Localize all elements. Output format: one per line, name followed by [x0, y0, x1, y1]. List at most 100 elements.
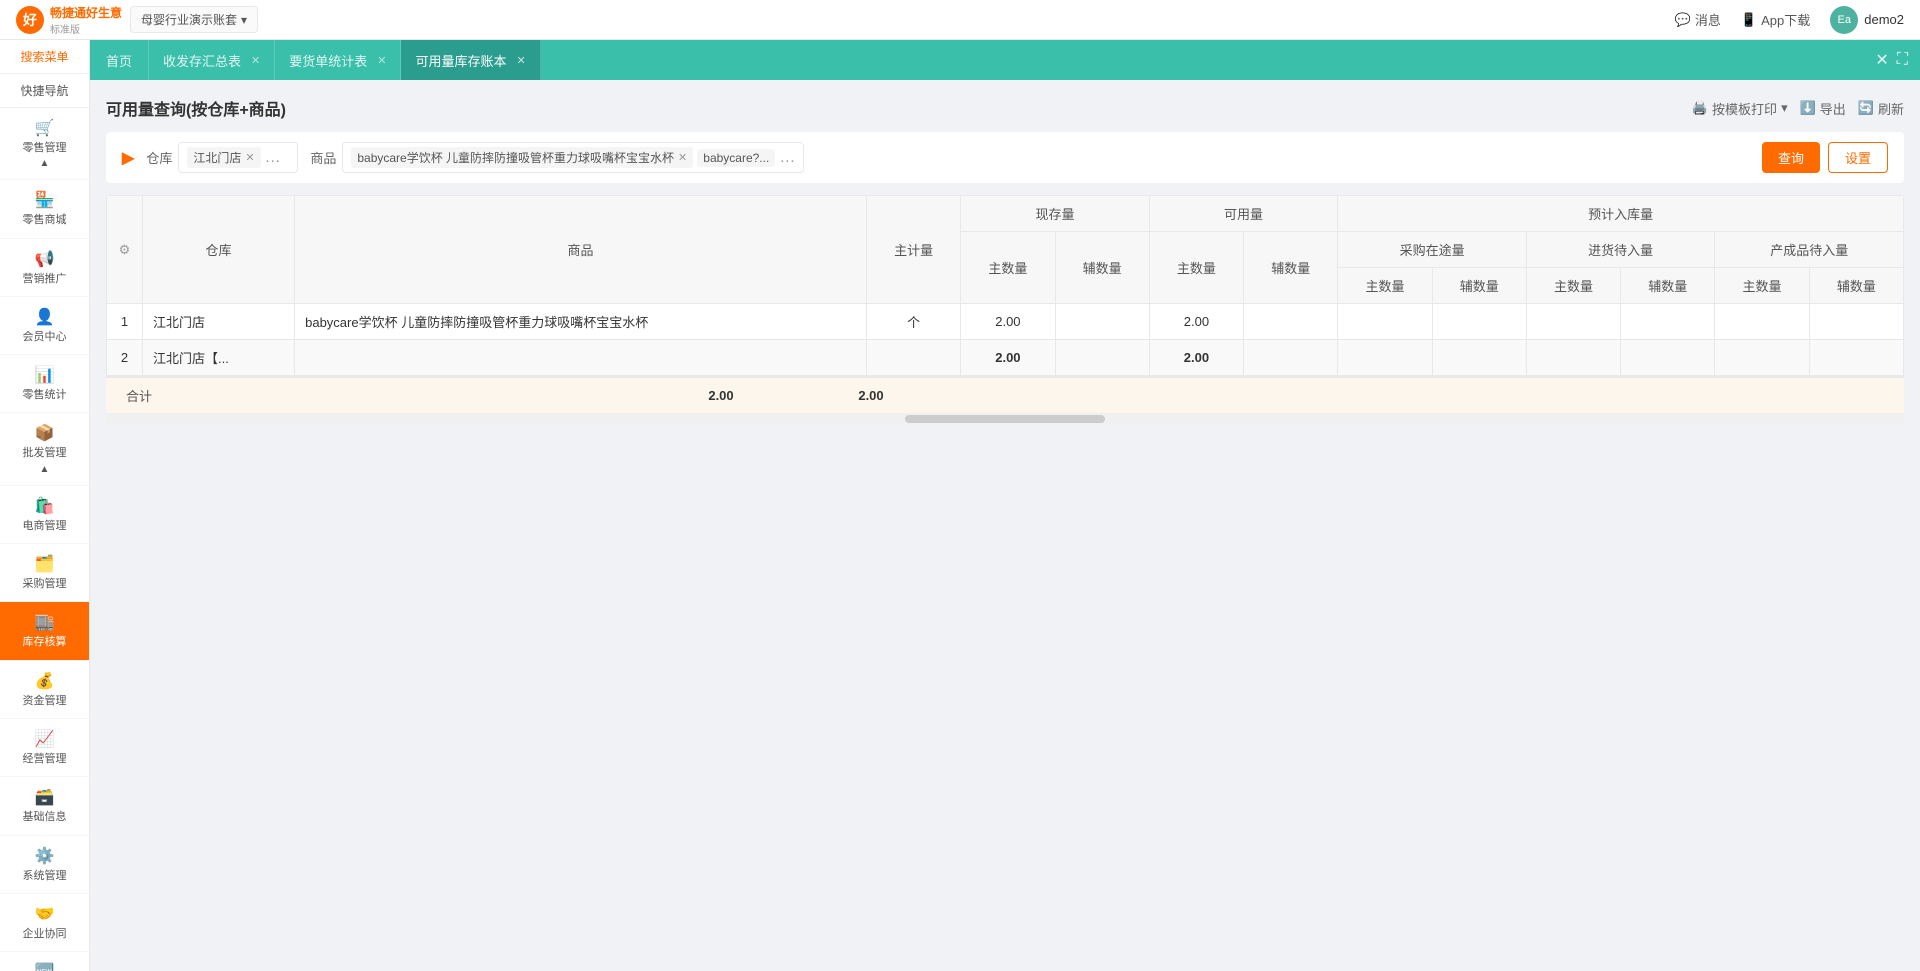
sidebar-item-purchase[interactable]: 🗂️ 采购管理: [0, 544, 89, 602]
row2-production-main: [1715, 340, 1809, 376]
col-unit-header: 主计量: [867, 196, 961, 304]
row1-stock-aux: [1055, 304, 1149, 340]
row1-avail-main: 2.00: [1149, 304, 1243, 340]
query-button[interactable]: 查询: [1762, 142, 1820, 173]
top-bar-left: 好 畅捷通好生意 标准版 母婴行业演示账套 ▾: [16, 4, 258, 36]
export-icon: ⬇️: [1800, 100, 1816, 116]
system-icon: ⚙️: [35, 846, 55, 866]
sidebar-item-retail-mall[interactable]: 🏪 零售商城: [0, 180, 89, 238]
sidebar-item-retail-stats[interactable]: 📊 零售统计: [0, 355, 89, 413]
user-area[interactable]: Ea demo2: [1830, 6, 1904, 34]
sidebar-item-member[interactable]: 👤 会员中心: [0, 297, 89, 355]
available-tab-close[interactable]: ✕: [517, 54, 526, 67]
row1-product: babycare学饮杯 儿童防摔防撞吸管杯重力球吸嘴杯宝宝水杯: [295, 304, 867, 340]
row1-warehouse: 江北门店: [143, 304, 295, 340]
basics-icon: 🗃️: [35, 787, 55, 807]
enterprise-icon: 🤝: [35, 904, 55, 924]
table-row: 1 江北门店 babycare学饮杯 儿童防摔防撞吸管杯重力球吸嘴杯宝宝水杯 个…: [107, 304, 1904, 340]
refresh-btn[interactable]: 🔄 刷新: [1858, 99, 1904, 118]
receipts-tab-close[interactable]: ✕: [251, 54, 260, 67]
wholesale-icon: 📦: [35, 423, 55, 443]
app-icon: 📱: [1741, 12, 1757, 28]
tenant-selector[interactable]: 母婴行业演示账套 ▾: [130, 6, 258, 33]
product-tag1-close[interactable]: ✕: [678, 151, 687, 164]
tab-home[interactable]: 首页: [90, 40, 149, 80]
sidebar-item-retail-mgmt[interactable]: 🛒 零售管理 ▲: [0, 108, 89, 180]
sidebar-item-ecommerce[interactable]: 🛍️ 电商管理: [0, 486, 89, 544]
user-name[interactable]: demo2: [1864, 12, 1904, 27]
table-footer: 合计 2.00 2.00: [106, 376, 1904, 413]
sidebar-search[interactable]: 搜索菜单: [0, 40, 89, 74]
message-icon: 💬: [1675, 12, 1691, 28]
new-guide-icon: 🆕: [35, 962, 55, 971]
app-download-btn[interactable]: 📱 App下载: [1741, 10, 1810, 29]
expand-btn[interactable]: ⛶: [1897, 51, 1908, 69]
requisition-tab-close[interactable]: ✕: [377, 54, 386, 67]
sidebar-quick-nav[interactable]: 快捷导航: [0, 74, 89, 108]
sidebar-item-basics[interactable]: 🗃️ 基础信息: [0, 777, 89, 835]
product-input[interactable]: babycare学饮杯 儿童防摔防撞吸管杯重力球吸嘴杯宝宝水杯 ✕ babyca…: [342, 142, 804, 173]
col-incoming-main-header: 主数量: [1526, 268, 1620, 304]
warehouse-input[interactable]: 江北门店 ✕ …: [178, 142, 298, 173]
scroll-thumb[interactable]: [905, 415, 1105, 423]
product-filter: 商品 babycare学饮杯 儿童防摔防撞吸管杯重力球吸嘴杯宝宝水杯 ✕ bab…: [310, 142, 804, 173]
footer-label: 合计: [116, 386, 271, 405]
footer-avail-main: 2.00: [831, 388, 911, 403]
nav-tabs: 首页 收发存汇总表 ✕ 要货单统计表 ✕ 可用量库存账本 ✕ ✕ ⛶: [90, 40, 1920, 80]
sidebar-item-finance[interactable]: 💰 资金管理: [0, 661, 89, 719]
retail-mgmt-icon: 🛒: [35, 118, 55, 138]
filter-toggle-btn[interactable]: ▶: [122, 148, 134, 168]
logo-icon: 好: [16, 6, 44, 34]
row2-purchase-aux: [1432, 340, 1526, 376]
inventory-table: ⚙ 仓库 商品 主计量 现存量 可用量 预计入库量 主数量 辅数量 主数量 辅数…: [106, 195, 1904, 376]
product-more-icon[interactable]: …: [779, 149, 795, 167]
col-incoming-header: 进货待入量: [1526, 232, 1715, 268]
print-btn[interactable]: 🖨️ 按模板打印 ▾: [1692, 99, 1788, 118]
tab-requisition[interactable]: 要货单统计表 ✕: [275, 40, 401, 80]
message-btn[interactable]: 💬 消息: [1675, 10, 1721, 29]
sidebar-item-new-guide[interactable]: 🆕 新手引导: [0, 952, 89, 971]
top-bar-right: 💬 消息 📱 App下载 Ea demo2: [1675, 6, 1904, 34]
row2-production-aux: [1809, 340, 1903, 376]
warehouse-tag-close[interactable]: ✕: [245, 151, 254, 164]
sidebar-item-system[interactable]: ⚙️ 系统管理: [0, 836, 89, 894]
print-icon: 🖨️: [1692, 100, 1708, 116]
table-settings-icon[interactable]: ⚙: [119, 242, 131, 257]
sidebar-item-marketing[interactable]: 📢 营销推广: [0, 239, 89, 297]
logo-text: 畅捷通好生意 标准版: [50, 4, 122, 36]
col-production-aux-header: 辅数量: [1809, 268, 1903, 304]
product-label: 商品: [310, 148, 336, 167]
footer-stock-main: 2.00: [691, 388, 751, 403]
settings-button[interactable]: 设置: [1828, 142, 1888, 173]
row2-purchase-main: [1338, 340, 1432, 376]
col-purchase-transit-header: 采购在途量: [1338, 232, 1527, 268]
col-available-header: 可用量: [1149, 196, 1338, 232]
tab-receipts[interactable]: 收发存汇总表 ✕: [149, 40, 275, 80]
export-btn[interactable]: ⬇️ 导出: [1800, 99, 1846, 118]
col-production-main-header: 主数量: [1715, 268, 1809, 304]
col-stock-main-header: 主数量: [961, 232, 1055, 304]
home-tab-label: 首页: [106, 51, 132, 70]
sidebar-item-enterprise[interactable]: 🤝 企业协同: [0, 894, 89, 952]
top-bar: 好 畅捷通好生意 标准版 母婴行业演示账套 ▾ 💬 消息 📱 App下载 Ea …: [0, 0, 1920, 40]
row1-incoming-aux: [1621, 304, 1715, 340]
row2-product: [295, 340, 867, 376]
sidebar-item-operations[interactable]: 📈 经营管理: [0, 719, 89, 777]
table-row: 2 江北门店【... 2.00 2.00: [107, 340, 1904, 376]
retail-mall-icon: 🏪: [35, 190, 55, 210]
purchase-icon: 🗂️: [35, 554, 55, 574]
row1-stock-main: 2.00: [961, 304, 1055, 340]
close-all-tabs-btn[interactable]: ✕: [1875, 50, 1888, 70]
member-icon: 👤: [35, 307, 55, 327]
row2-stock-main: 2.00: [961, 340, 1055, 376]
finance-icon: 💰: [35, 671, 55, 691]
sidebar-item-wholesale-mgmt[interactable]: 📦 批发管理 ▲: [0, 413, 89, 485]
warehouse-more-icon[interactable]: …: [265, 149, 281, 167]
chevron-down-icon: ▾: [241, 13, 247, 27]
sidebar: 搜索菜单 快捷导航 🛒 零售管理 ▲ 🏪 零售商城 📢 营销推广 👤 会员中心 …: [0, 40, 90, 971]
tab-available[interactable]: 可用量库存账本 ✕: [401, 40, 540, 80]
warehouse-label: 仓库: [146, 148, 172, 167]
horizontal-scrollbar[interactable]: [106, 413, 1904, 425]
sidebar-item-inventory[interactable]: 🏬 库存核算: [0, 602, 89, 660]
receipts-tab-label: 收发存汇总表: [163, 51, 241, 70]
